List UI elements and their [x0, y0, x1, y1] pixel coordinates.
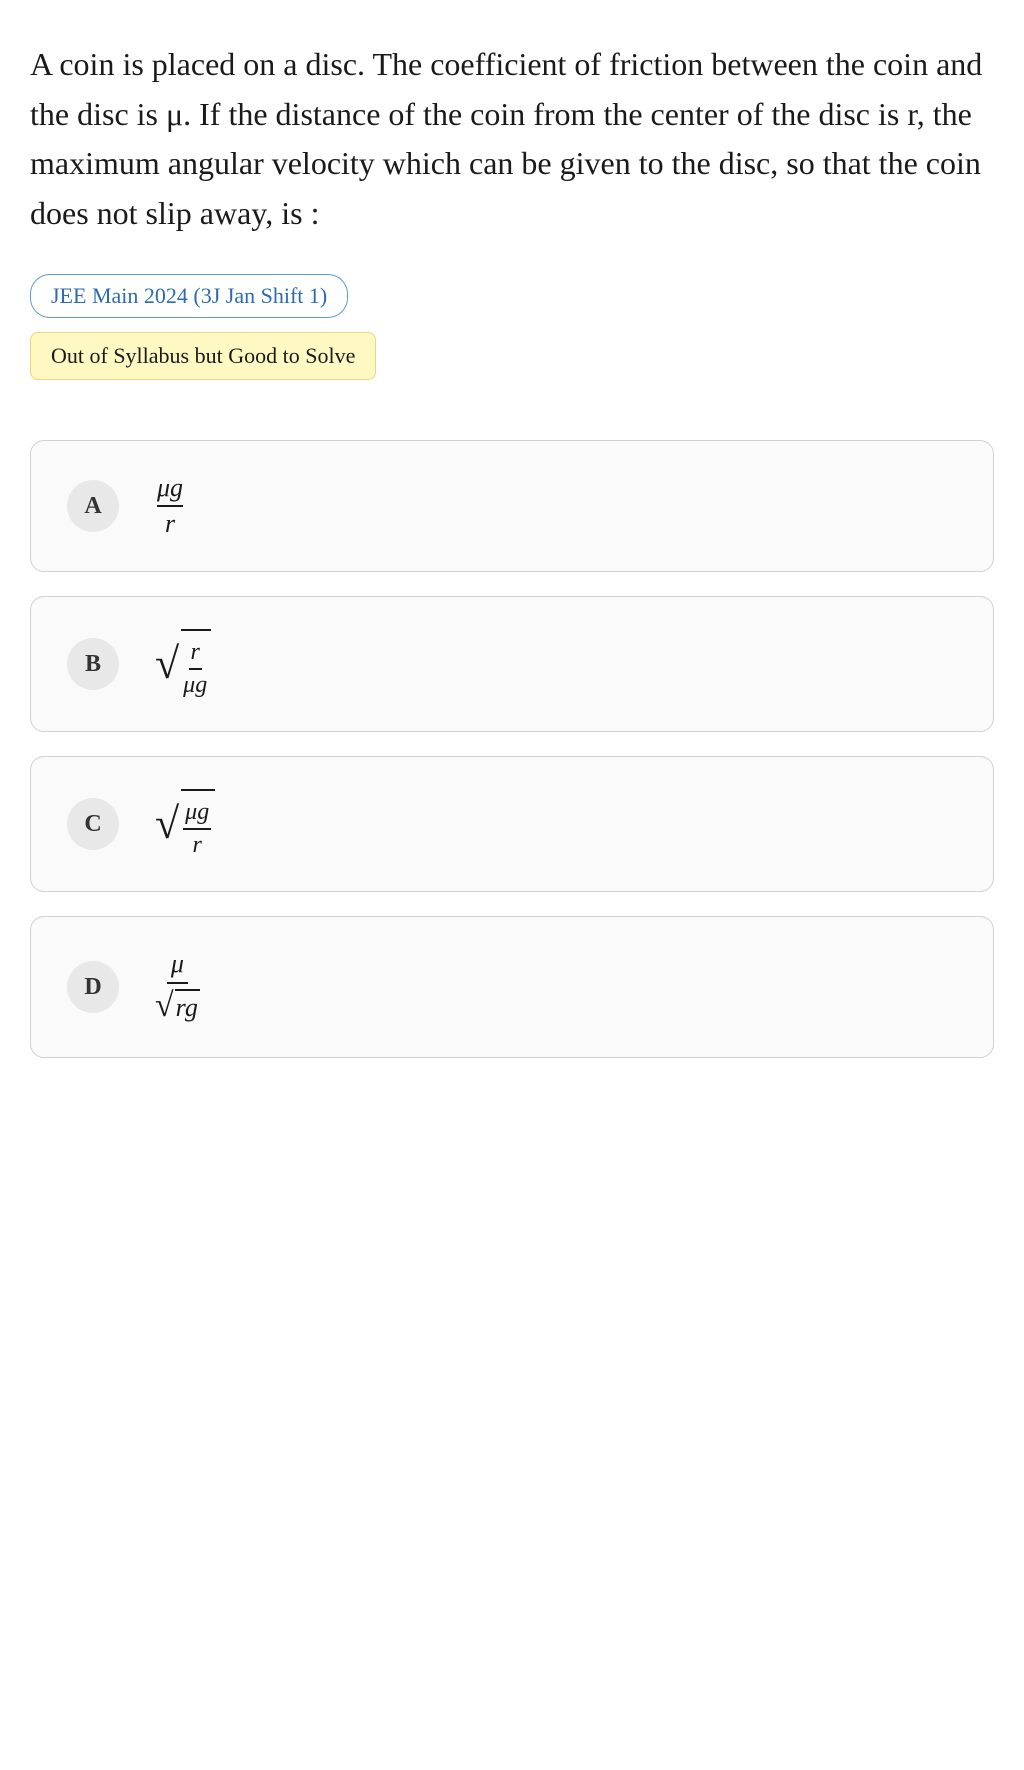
option-card-a[interactable]: A μg r — [30, 440, 994, 572]
option-content-b: √ r μg — [155, 629, 211, 699]
question-text: A coin is placed on a disc. The coeffici… — [30, 40, 994, 238]
option-letter-a: A — [67, 480, 119, 532]
syllabus-tag[interactable]: Out of Syllabus but Good to Solve — [30, 332, 376, 380]
option-content-c: √ μg r — [155, 789, 215, 859]
option-letter-d: D — [67, 961, 119, 1013]
jee-tag[interactable]: JEE Main 2024 (3J Jan Shift 1) — [30, 274, 348, 318]
option-content-a: μg r — [155, 473, 185, 539]
option-card-b[interactable]: B √ r μg — [30, 596, 994, 732]
tag-container: JEE Main 2024 (3J Jan Shift 1) Out of Sy… — [30, 274, 994, 380]
option-card-d[interactable]: D μ √ rg — [30, 916, 994, 1058]
options-container: A μg r B √ r μg — [30, 440, 994, 1058]
option-letter-c: C — [67, 798, 119, 850]
option-card-c[interactable]: C √ μg r — [30, 756, 994, 892]
question-container: A coin is placed on a disc. The coeffici… — [30, 40, 994, 1058]
option-letter-b: B — [67, 638, 119, 690]
option-content-d: μ √ rg — [155, 949, 200, 1025]
